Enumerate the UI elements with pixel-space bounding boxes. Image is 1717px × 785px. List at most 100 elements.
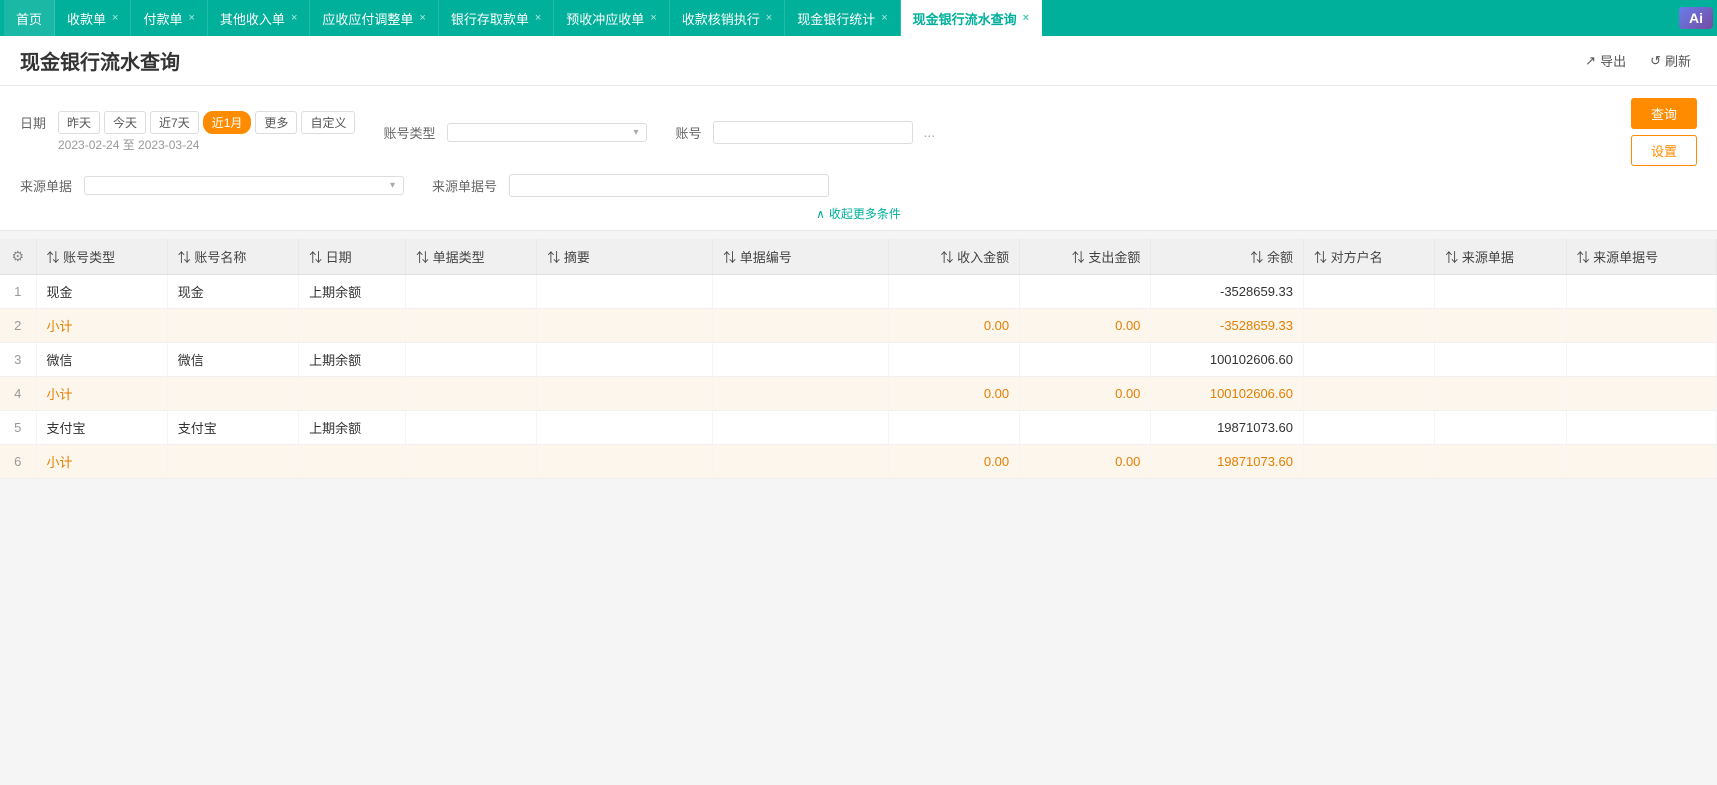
nav-tab-payment[interactable]: 付款单 × [131,0,207,36]
nav-tab-write-off[interactable]: 收款核销执行 × [670,0,785,36]
th-income: ⇅ 收入金额 [888,239,1019,275]
nav-tab-other-income[interactable]: 其他收入单 × [208,0,310,36]
nav-tab-ar-adjust[interactable]: 应收应付调整单 × [310,0,438,36]
source-doc-num-input[interactable] [509,174,829,197]
other-income-tab-label: 其他收入单 [220,9,285,28]
th-settings: ⚙ [0,239,36,275]
row-expense [1020,343,1151,377]
header-actions: ↗ 导出 ↺ 刷新 [1579,47,1697,74]
date-1month[interactable]: 近1月 [203,111,252,134]
bank-flow-tab-close[interactable]: × [1023,12,1029,24]
date-7days[interactable]: 近7天 [150,111,199,134]
th-doc-type-label: ⇅ 单据类型 [416,250,485,265]
table-row: 4小计0.000.00100102606.60 [0,377,1717,411]
nav-tab-bank-flow[interactable]: 现金银行流水查询 × [901,0,1042,36]
row-expense [1020,411,1151,445]
row-account-type: 现金 [36,275,167,309]
source-doc-label: 来源单据 [20,176,72,195]
nav-right-area: Ai [1679,7,1713,29]
row-doc-no [713,309,889,343]
filter-row-1: 日期 昨天 今天 近7天 近1月 更多 自定义 2023-02-24 至 202… [20,98,1697,166]
account-type-arrow-icon: ▾ [633,127,638,138]
nav-tab-pre-receive[interactable]: 预收冲应收单 × [554,0,669,36]
row-source-doc [1435,377,1566,411]
row-account-name: 现金 [167,275,298,309]
th-counterparty: ⇅ 对方户名 [1304,239,1435,275]
th-source-doc: ⇅ 来源单据 [1435,239,1566,275]
nav-tab-receipt[interactable]: 收款单 × [55,0,131,36]
row-doc-no [713,411,889,445]
row-summary [537,445,713,479]
date-range-text: 2023-02-24 至 2023-03-24 [58,138,199,152]
source-doc-num-label: 来源单据号 [432,176,497,195]
th-doc-no: ⇅ 单据编号 [713,239,889,275]
date-more[interactable]: 更多 [255,111,297,134]
row-counterparty [1304,343,1435,377]
account-label: 账号 [675,123,701,142]
export-button[interactable]: ↗ 导出 [1579,47,1632,74]
th-date: ⇅ 日期 [299,239,406,275]
table-settings-icon[interactable]: ⚙ [11,248,24,264]
date-custom[interactable]: 自定义 [301,111,355,134]
row-income [888,411,1019,445]
ar-adjust-tab-close[interactable]: × [419,12,425,24]
row-date [299,445,406,479]
th-source-doc-label: ⇅ 来源单据 [1445,250,1514,265]
source-doc-select[interactable]: ▾ [84,176,404,195]
receipt-tab-close[interactable]: × [112,12,118,24]
table-body: 1现金现金上期余额-3528659.332小计0.000.00-3528659.… [0,275,1717,479]
collapse-label: 收起更多条件 [829,205,901,222]
date-shortcuts: 昨天 今天 近7天 近1月 更多 自定义 [58,111,355,134]
bank-stat-tab-close[interactable]: × [881,12,887,24]
row-doc-no [713,343,889,377]
bank-deposit-tab-close[interactable]: × [535,12,541,24]
row-source-doc-no [1566,275,1716,309]
refresh-label: 刷新 [1665,51,1691,70]
th-date-label: ⇅ 日期 [309,250,352,265]
nav-tab-home[interactable]: 首页 [4,0,55,36]
nav-tab-bank-stat[interactable]: 现金银行统计 × [785,0,900,36]
other-income-tab-close[interactable]: × [291,12,297,24]
main-content: ⚙ ⇅ 账号类型 ⇅ 账号名称 ⇅ 日期 ⇅ 单据类型 ⇅ [0,239,1717,499]
payment-tab-close[interactable]: × [188,12,194,24]
date-yesterday[interactable]: 昨天 [58,111,100,134]
ai-button[interactable]: Ai [1679,7,1713,29]
settings-button[interactable]: 设置 [1631,135,1697,166]
th-account-name: ⇅ 账号名称 [167,239,298,275]
collapse-bar[interactable]: ∧ 收起更多条件 [20,205,1697,222]
account-input[interactable] [713,121,913,144]
date-label: 日期 [20,113,46,132]
row-expense: 0.00 [1020,377,1151,411]
row-num: 6 [0,445,36,479]
date-today[interactable]: 今天 [104,111,146,134]
th-account-name-label: ⇅ 账号名称 [178,250,247,265]
row-source-doc-no [1566,411,1716,445]
page-title: 现金银行流水查询 [20,46,180,75]
th-source-doc-no-label: ⇅ 来源单据号 [1577,250,1659,265]
row-account-name [167,377,298,411]
query-button[interactable]: 查询 [1631,98,1697,129]
account-type-select[interactable]: ▾ [447,123,647,142]
row-doc-no [713,445,889,479]
th-summary-label: ⇅ 摘要 [547,250,590,265]
row-expense: 0.00 [1020,445,1151,479]
pre-receive-tab-close[interactable]: × [650,12,656,24]
row-date [299,309,406,343]
account-dots-button[interactable]: ... [923,124,935,140]
write-off-tab-close[interactable]: × [766,12,772,24]
row-expense [1020,275,1151,309]
row-num: 3 [0,343,36,377]
row-counterparty [1304,411,1435,445]
th-expense: ⇅ 支出金额 [1020,239,1151,275]
row-balance: 19871073.60 [1151,411,1304,445]
row-doc-type [406,411,537,445]
refresh-button[interactable]: ↺ 刷新 [1644,47,1697,74]
nav-tab-bank-deposit[interactable]: 银行存取款单 × [439,0,554,36]
filter-area: 日期 昨天 今天 近7天 近1月 更多 自定义 2023-02-24 至 202… [0,86,1717,231]
table-row: 5支付宝支付宝上期余额19871073.60 [0,411,1717,445]
row-income: 0.00 [888,445,1019,479]
row-source-doc-no [1566,309,1716,343]
header-row: ⚙ ⇅ 账号类型 ⇅ 账号名称 ⇅ 日期 ⇅ 单据类型 ⇅ [0,239,1717,275]
row-source-doc [1435,275,1566,309]
th-income-label: ⇅ 收入金额 [941,250,1010,265]
